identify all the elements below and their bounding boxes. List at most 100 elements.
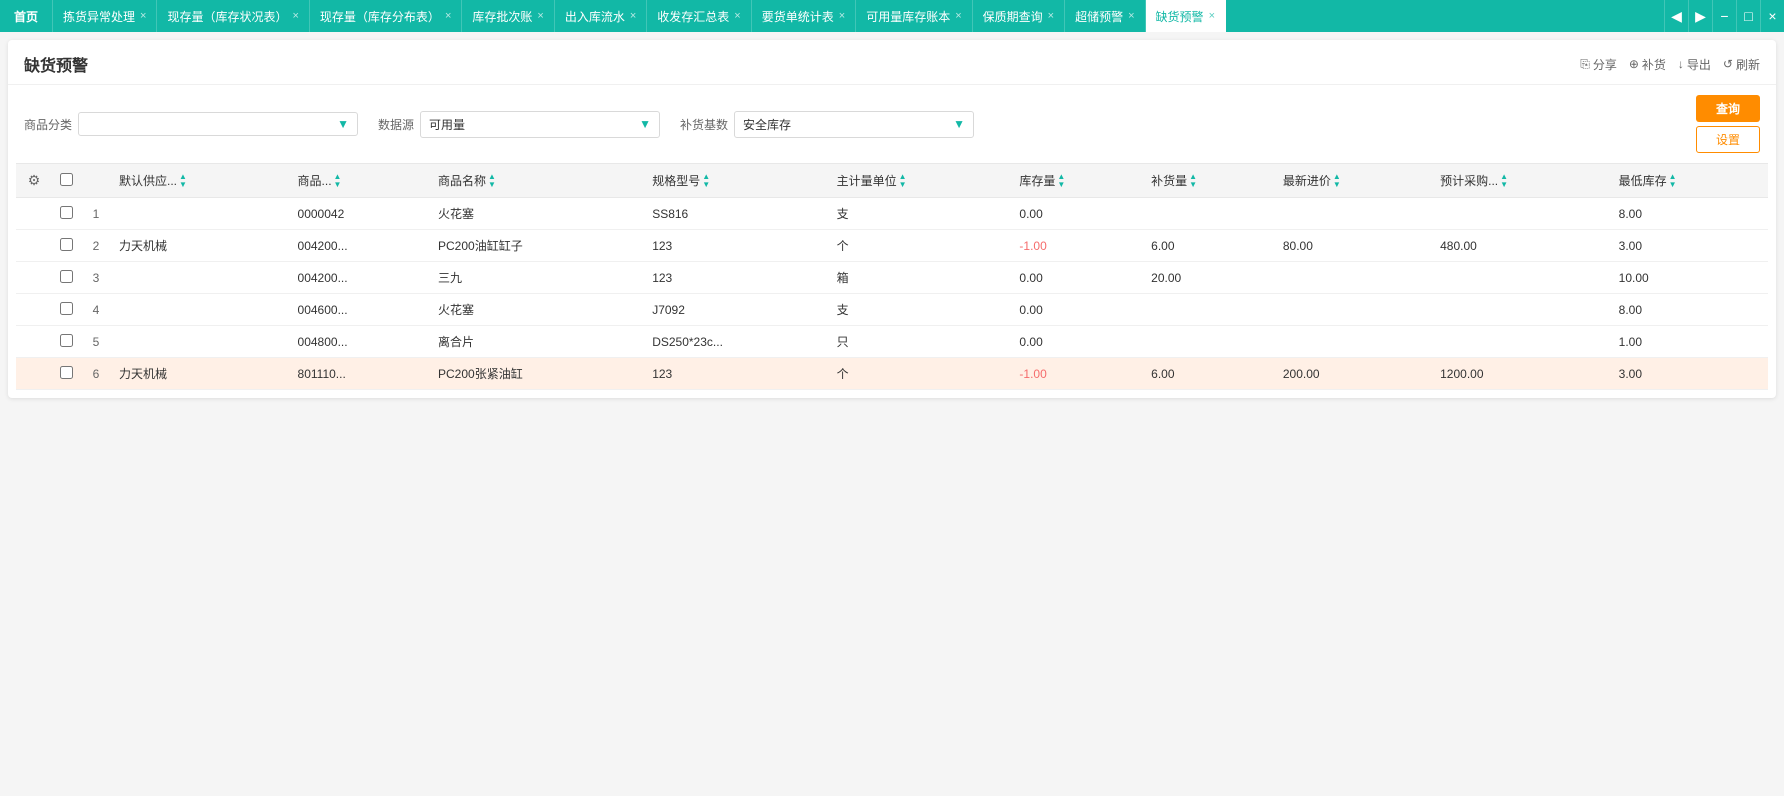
tab-close-window[interactable]: × — [1760, 0, 1784, 32]
row-num-1: 2 — [81, 230, 111, 262]
col-unit-header[interactable]: 主计量单位 ▲▼ — [829, 164, 1012, 198]
select-all-checkbox[interactable] — [60, 173, 73, 186]
table-wrapper: ⚙ 默认供应... ▲▼ 商品... — [8, 163, 1776, 398]
tab-batch-account[interactable]: 库存批次账 × — [462, 0, 554, 32]
tab-scroll-right[interactable]: ▶ — [1688, 0, 1712, 32]
tab-maximize[interactable]: □ — [1736, 0, 1760, 32]
filter-area: 商品分类 ▼ 数据源 可用量 ▼ 补货基数 安全库存 ▼ 查询 设置 — [8, 85, 1776, 163]
row-minstock-4: 1.00 — [1611, 326, 1768, 358]
tab-receipt-summary[interactable]: 收发存汇总表 × — [647, 0, 751, 32]
close-tab-available-ledger[interactable]: × — [955, 10, 961, 22]
col-itemname-header[interactable]: 商品名称 ▲▼ — [430, 164, 644, 198]
category-select[interactable]: ▼ — [78, 112, 358, 136]
sort-stockqty-icon: ▲▼ — [1057, 173, 1065, 189]
row-spec-2: 123 — [644, 262, 828, 294]
close-tab-inout-flow[interactable]: × — [630, 10, 636, 22]
tab-order-stats[interactable]: 要货单统计表 × — [752, 0, 856, 32]
data-table: ⚙ 默认供应... ▲▼ 商品... — [16, 163, 1768, 390]
tab-inout-flow[interactable]: 出入库流水 × — [555, 0, 647, 32]
close-tab-overstock[interactable]: × — [1128, 10, 1134, 22]
col-gear: ⚙ — [16, 164, 52, 198]
row-num-3: 4 — [81, 294, 111, 326]
row-checkbox-2[interactable] — [52, 262, 81, 294]
row-checkbox-4[interactable] — [52, 326, 81, 358]
sort-supplier-icon: ▲▼ — [179, 173, 187, 189]
row-select-1[interactable] — [60, 238, 73, 251]
row-replenishqty-3 — [1143, 294, 1275, 326]
replenish-button[interactable]: ⊕ 补货 — [1629, 56, 1666, 73]
tab-overstock[interactable]: 超储预警 × — [1065, 0, 1145, 32]
tab-shortage[interactable]: 缺货预警 × — [1146, 0, 1226, 32]
row-select-2[interactable] — [60, 270, 73, 283]
col-supplier-header[interactable]: 默认供应... ▲▼ — [111, 164, 290, 198]
col-stockqty-header[interactable]: 库存量 ▲▼ — [1011, 164, 1143, 198]
share-button[interactable]: ⎘ 分享 — [1580, 56, 1617, 73]
row-select-5[interactable] — [60, 366, 73, 379]
row-itemcode-1: 004200... — [290, 230, 430, 262]
table-row: 6 力天机械 801110... PC200张紧油缸 123 个 -1.00 6… — [16, 358, 1768, 390]
close-tab-receipt-summary[interactable]: × — [734, 10, 740, 22]
close-tab-exception[interactable]: × — [140, 10, 146, 22]
sort-latestprice-icon: ▲▼ — [1333, 173, 1341, 189]
row-supplier-0 — [111, 198, 290, 230]
row-supplier-5: 力天机械 — [111, 358, 290, 390]
tab-available-ledger[interactable]: 可用量库存账本 × — [856, 0, 972, 32]
col-itemcode-header[interactable]: 商品... ▲▼ — [290, 164, 430, 198]
replenish-base-label: 补货基数 — [680, 116, 728, 133]
settings-button[interactable]: 设置 — [1696, 126, 1760, 153]
row-stockqty-4: 0.00 — [1011, 326, 1143, 358]
row-checkbox-0[interactable] — [52, 198, 81, 230]
row-select-3[interactable] — [60, 302, 73, 315]
col-spec-header[interactable]: 规格型号 ▲▼ — [644, 164, 828, 198]
col-estpurchase-header[interactable]: 预计采购... ▲▼ — [1432, 164, 1611, 198]
col-latestprice-header[interactable]: 最新进价 ▲▼ — [1275, 164, 1432, 198]
datasource-dropdown-icon: ▼ — [639, 117, 651, 131]
row-itemname-5: PC200张紧油缸 — [430, 358, 644, 390]
row-itemcode-0: 0000042 — [290, 198, 430, 230]
row-unit-2: 箱 — [829, 262, 1012, 294]
table-header-row: ⚙ 默认供应... ▲▼ 商品... — [16, 164, 1768, 198]
row-latestprice-3 — [1275, 294, 1432, 326]
close-tab-order-stats[interactable]: × — [839, 10, 845, 22]
row-spec-0: SS816 — [644, 198, 828, 230]
export-button[interactable]: ↓ 导出 — [1678, 56, 1711, 73]
tab-home[interactable]: 首页 — [0, 0, 53, 32]
sort-minstock-icon: ▲▼ — [1669, 173, 1677, 189]
close-tab-inventory-status[interactable]: × — [292, 10, 298, 22]
row-checkbox-5[interactable] — [52, 358, 81, 390]
close-tab-inventory-dist[interactable]: × — [445, 10, 451, 22]
replenish-base-select[interactable]: 安全库存 ▼ — [734, 111, 974, 138]
row-replenishqty-1: 6.00 — [1143, 230, 1275, 262]
close-tab-shortage[interactable]: × — [1209, 10, 1215, 22]
query-button[interactable]: 查询 — [1696, 95, 1760, 122]
row-unit-1: 个 — [829, 230, 1012, 262]
tab-minimize[interactable]: − — [1712, 0, 1736, 32]
row-select-0[interactable] — [60, 206, 73, 219]
sort-itemcode-icon: ▲▼ — [334, 173, 342, 189]
row-checkbox-1[interactable] — [52, 230, 81, 262]
close-tab-expiry-query[interactable]: × — [1048, 10, 1054, 22]
row-checkbox-3[interactable] — [52, 294, 81, 326]
col-minstock-header[interactable]: 最低库存 ▲▼ — [1611, 164, 1768, 198]
table-row: 5 004800... 离合片 DS250*23c... 只 0.00 1.00 — [16, 326, 1768, 358]
tab-exception[interactable]: 拣货异常处理 × — [53, 0, 157, 32]
row-stockqty-0: 0.00 — [1011, 198, 1143, 230]
row-replenishqty-4 — [1143, 326, 1275, 358]
tab-scroll-left[interactable]: ◀ — [1664, 0, 1688, 32]
column-settings-icon[interactable]: ⚙ — [28, 172, 41, 188]
tab-expiry-query[interactable]: 保质期查询 × — [973, 0, 1065, 32]
row-select-4[interactable] — [60, 334, 73, 347]
sort-itemname-icon: ▲▼ — [488, 173, 496, 189]
category-filter-group: 商品分类 ▼ — [24, 112, 358, 136]
filter-action-buttons: 查询 设置 — [1696, 95, 1760, 153]
tab-inventory-status[interactable]: 现存量（库存状况表） × — [157, 0, 309, 32]
refresh-button[interactable]: ↺ 刷新 — [1723, 56, 1760, 73]
table-row: 4 004600... 火花塞 J7092 支 0.00 8.00 — [16, 294, 1768, 326]
row-itemname-3: 火花塞 — [430, 294, 644, 326]
close-tab-batch-account[interactable]: × — [537, 10, 543, 22]
col-replenishqty-header[interactable]: 补货量 ▲▼ — [1143, 164, 1275, 198]
row-num-0: 1 — [81, 198, 111, 230]
row-minstock-5: 3.00 — [1611, 358, 1768, 390]
datasource-select[interactable]: 可用量 ▼ — [420, 111, 660, 138]
tab-inventory-dist[interactable]: 现存量（库存分布表） × — [310, 0, 462, 32]
